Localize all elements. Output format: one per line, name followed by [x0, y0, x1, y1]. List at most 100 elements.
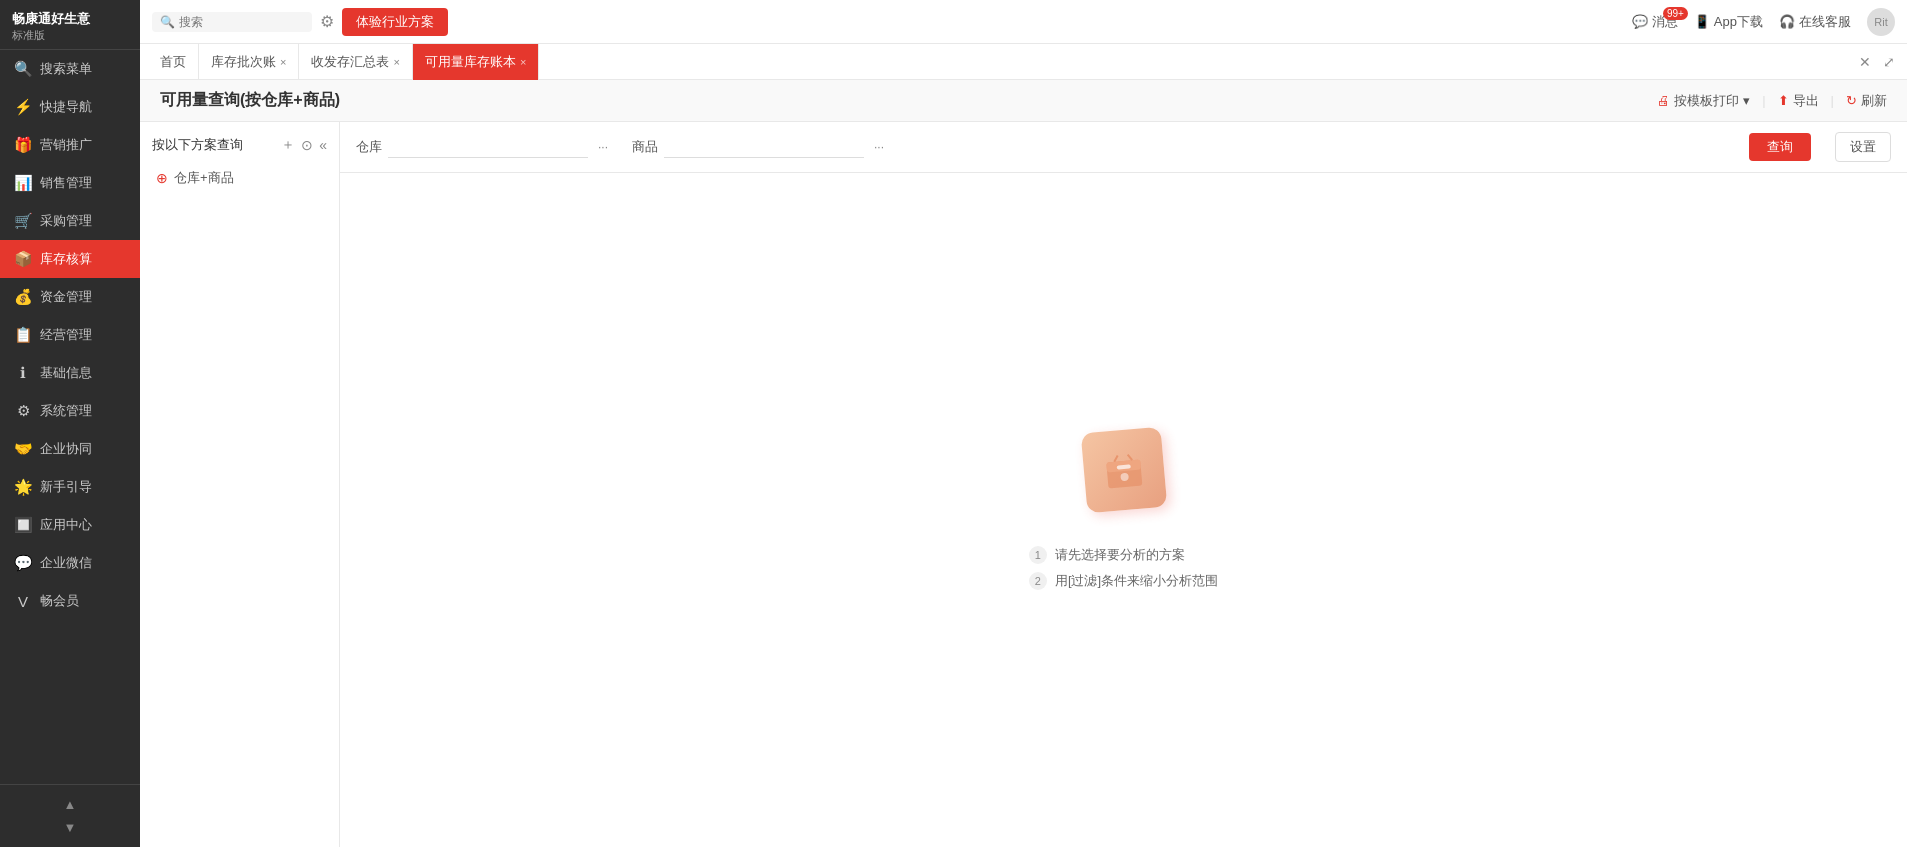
marketing-icon: 🎁 — [14, 136, 32, 154]
page-actions: 🖨 按模板打印 ▾ | ⬆ 导出 | ↻ 刷新 — [1657, 92, 1887, 110]
sidebar-label-operation: 经营管理 — [40, 326, 92, 344]
empty-box-icon — [1080, 427, 1167, 514]
phone-icon: 📱 — [1694, 14, 1710, 29]
refresh-icon: ↻ — [1846, 93, 1857, 108]
search-icon: 🔍 — [160, 15, 175, 29]
settings-scheme-icon[interactable]: ⊙ — [301, 137, 313, 153]
hint-2: 2 用[过滤]条件来缩小分析范围 — [1029, 572, 1218, 590]
message-badge: 99+ — [1663, 7, 1688, 20]
scheme-item-warehouse-product[interactable]: ⊕ 仓库+商品 — [140, 162, 339, 194]
warehouse-more-icon[interactable]: ··· — [598, 140, 608, 154]
search-icon: 🔍 — [14, 60, 32, 78]
export-icon: ⬆ — [1778, 93, 1789, 108]
print-action[interactable]: 🖨 按模板打印 ▾ — [1657, 92, 1750, 110]
tab-batch[interactable]: 库存批次账 × — [199, 44, 299, 80]
system-icon: ⚙ — [14, 402, 32, 420]
refresh-action[interactable]: ↻ 刷新 — [1846, 92, 1887, 110]
sidebar-label-member: 畅会员 — [40, 592, 79, 610]
sidebar-label-quick: 快捷导航 — [40, 98, 92, 116]
brand-version: 标准版 — [12, 28, 128, 43]
sidebar-label-finance: 资金管理 — [40, 288, 92, 306]
sidebar-item-guide[interactable]: 🌟新手引导 — [0, 468, 140, 506]
tab-close-batch[interactable]: × — [280, 56, 286, 68]
search-input[interactable] — [179, 15, 279, 29]
tab-home[interactable]: 首页 — [148, 44, 199, 80]
warehouse-label: 仓库 — [356, 138, 382, 156]
topbar-right: 💬 消息 99+ 📱 App下载 🎧 在线客服 Rit — [1632, 8, 1895, 36]
hint-text-2: 用[过滤]条件来缩小分析范围 — [1055, 572, 1218, 590]
user-area[interactable]: Rit — [1867, 8, 1895, 36]
sidebar-item-basic[interactable]: ℹ 基础信息 — [0, 354, 140, 392]
sidebar-item-quick[interactable]: ⚡ 快捷导航 — [0, 88, 140, 126]
collapse-icon[interactable]: « — [319, 137, 327, 153]
hint-num-1: 1 — [1029, 546, 1047, 564]
sidebar-item-purchase[interactable]: 🛒采购管理 — [0, 202, 140, 240]
message-icon: 💬 — [1632, 14, 1648, 29]
empty-state: 1 请先选择要分析的方案 2 用[过滤]条件来缩小分析范围 — [340, 173, 1907, 847]
tab-available[interactable]: 可用量库存账本× — [413, 44, 539, 80]
product-filter: 商品 ··· — [632, 136, 884, 158]
warehouse-filter: 仓库 ··· — [356, 136, 608, 158]
sidebar-item-system[interactable]: ⚙系统管理 — [0, 392, 140, 430]
sidebar-nav: 🔍搜索菜单 ⚡ 快捷导航 🎁营销推广📊销售管理🛒采购管理📦库存核算💰资金管理 📋 经营管理… — [0, 50, 140, 784]
settings-button[interactable]: 设置 — [1835, 132, 1891, 162]
warehouse-input[interactable] — [388, 136, 588, 158]
add-scheme-icon[interactable]: ＋ — [281, 136, 295, 154]
hint-1: 1 请先选择要分析的方案 — [1029, 546, 1218, 564]
scheme-label: 仓库+商品 — [174, 169, 234, 187]
tab-summary[interactable]: 收发存汇总表 × — [299, 44, 412, 80]
tab-label-summary: 收发存汇总表 — [311, 53, 389, 71]
tabs-bar: 首页库存批次账×收发存汇总表×可用量库存账本× ✕ ⤢ — [140, 44, 1907, 80]
quick-icon: ⚡ — [14, 98, 32, 116]
hint-text-1: 请先选择要分析的方案 — [1055, 546, 1185, 564]
close-tab-icon[interactable]: ✕ — [1855, 50, 1875, 74]
sidebar-header: 畅康通好生意 标准版 — [0, 0, 140, 50]
sidebar-item-apps[interactable]: 🔲应用中心 — [0, 506, 140, 544]
sidebar-item-finance[interactable]: 💰资金管理 — [0, 278, 140, 316]
filter-row: 仓库 ··· 商品 ··· 查询 设置 — [340, 122, 1907, 173]
product-input[interactable] — [664, 136, 864, 158]
sidebar-item-marketing[interactable]: 🎁营销推广 — [0, 126, 140, 164]
maximize-icon[interactable]: ⤢ — [1879, 50, 1899, 74]
sidebar-label-inventory: 库存核算 — [40, 250, 92, 268]
sidebar-item-member[interactable]: V畅会员 — [0, 582, 140, 620]
service-label: 在线客服 — [1799, 13, 1851, 31]
sales-icon: 📊 — [14, 174, 32, 192]
app-download-area[interactable]: 📱 App下载 — [1694, 13, 1763, 31]
tab-close-available[interactable]: × — [520, 56, 526, 68]
export-action[interactable]: ⬆ 导出 — [1778, 92, 1819, 110]
sidebar-bottom: ▲ ▼ — [0, 784, 140, 847]
industry-button[interactable]: 体验行业方案 — [342, 8, 448, 36]
search-box[interactable]: 🔍 — [152, 12, 312, 32]
sidebar-item-enterprise[interactable]: 🤝企业协同 — [0, 430, 140, 468]
online-service-area[interactable]: 🎧 在线客服 — [1779, 13, 1851, 31]
apps-icon: 🔲 — [14, 516, 32, 534]
sidebar-label-wechat: 企业微信 — [40, 554, 92, 572]
gear-icon[interactable]: ⚙ — [320, 12, 334, 31]
sidebar-item-operation[interactable]: 📋 经营管理 — [0, 316, 140, 354]
svg-line-4 — [1113, 455, 1118, 461]
hint-num-2: 2 — [1029, 572, 1047, 590]
empty-hints: 1 请先选择要分析的方案 2 用[过滤]条件来缩小分析范围 — [1029, 546, 1218, 590]
sidebar-scroll-down[interactable]: ▼ — [0, 816, 140, 839]
print-chevron[interactable]: ▾ — [1743, 93, 1750, 108]
divider2: | — [1831, 93, 1834, 108]
refresh-label: 刷新 — [1861, 92, 1887, 110]
sidebar-item-wechat[interactable]: 💬企业微信 — [0, 544, 140, 582]
sidebar-label-basic: 基础信息 — [40, 364, 92, 382]
tab-label-batch: 库存批次账 — [211, 53, 276, 71]
sidebar-item-search[interactable]: 🔍搜索菜单 — [0, 50, 140, 88]
message-icon-area[interactable]: 💬 消息 99+ — [1632, 13, 1678, 31]
left-panel: 按以下方案查询 ＋ ⊙ « ⊕ 仓库+商品 — [140, 122, 340, 847]
product-more-icon[interactable]: ··· — [874, 140, 884, 154]
sidebar-scroll-up[interactable]: ▲ — [0, 793, 140, 816]
tab-close-summary[interactable]: × — [393, 56, 399, 68]
basic-icon: ℹ — [14, 364, 32, 382]
query-button[interactable]: 查询 — [1749, 133, 1811, 161]
left-panel-actions: ＋ ⊙ « — [281, 136, 327, 154]
sidebar-item-inventory[interactable]: 📦库存核算 — [0, 240, 140, 278]
operation-icon: 📋 — [14, 326, 32, 344]
sidebar-label-enterprise: 企业协同 — [40, 440, 92, 458]
page-title: 可用量查询(按仓库+商品) — [160, 90, 340, 111]
sidebar-item-sales[interactable]: 📊销售管理 — [0, 164, 140, 202]
